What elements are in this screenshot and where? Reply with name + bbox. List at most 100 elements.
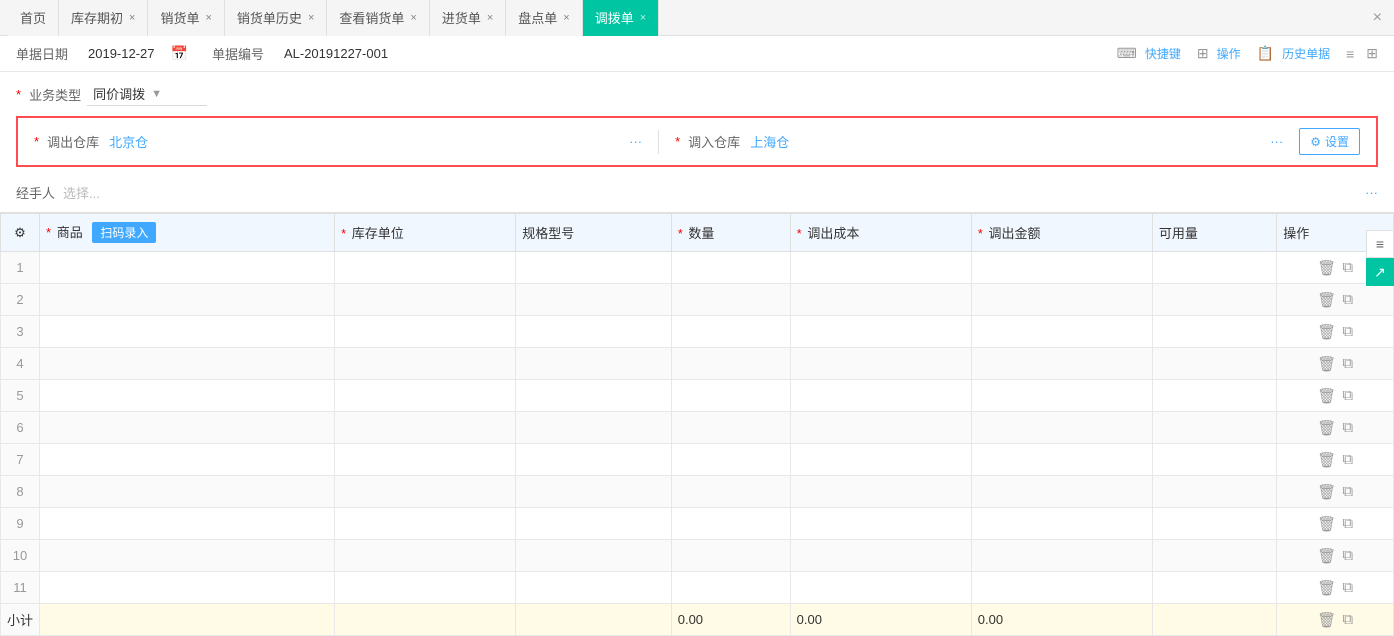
scan-button[interactable]: 扫码录入 (92, 222, 156, 243)
cell-available[interactable] (1152, 380, 1276, 412)
tab-view-sales[interactable]: 查看销货单 × (327, 0, 429, 36)
delete-icon[interactable]: 🗑 (1317, 515, 1336, 533)
copy-icon[interactable]: ⧉ (1342, 579, 1353, 596)
th-gear[interactable]: ⚙ (1, 214, 40, 252)
cell-spec[interactable] (516, 476, 672, 508)
cell-cost[interactable] (790, 508, 971, 540)
copy-icon[interactable]: ⧉ (1342, 355, 1353, 372)
cell-amount[interactable] (971, 316, 1152, 348)
cell-spec[interactable] (516, 380, 672, 412)
cell-qty[interactable] (671, 348, 790, 380)
cell-amount[interactable] (971, 252, 1152, 284)
cell-qty[interactable] (671, 508, 790, 540)
tab-inventory-init[interactable]: 库存期初 × (59, 0, 148, 36)
cell-spec[interactable] (516, 508, 672, 540)
operations-icon[interactable]: ⊞ (1197, 45, 1209, 62)
cell-qty[interactable] (671, 380, 790, 412)
cell-product[interactable] (40, 572, 335, 604)
cell-amount[interactable] (971, 572, 1152, 604)
cell-spec[interactable] (516, 540, 672, 572)
business-type-select[interactable]: 同价调拨 ▼ (87, 82, 207, 106)
cell-amount[interactable] (971, 412, 1152, 444)
copy-icon[interactable]: ⧉ (1342, 451, 1353, 468)
cell-unit[interactable] (335, 444, 516, 476)
delete-icon[interactable]: 🗑 (1317, 419, 1336, 437)
cell-spec[interactable] (516, 316, 672, 348)
grid-view-icon[interactable]: ⊞ (1366, 45, 1378, 62)
cell-product[interactable] (40, 380, 335, 412)
cell-spec[interactable] (516, 348, 672, 380)
warehouse-out-more[interactable]: ··· (629, 134, 642, 149)
copy-icon[interactable]: ⧉ (1342, 483, 1353, 500)
cell-cost[interactable] (790, 380, 971, 412)
tab-sales-history-close[interactable]: × (308, 12, 314, 24)
copy-icon[interactable]: ⧉ (1342, 259, 1353, 276)
tab-sales-order-close[interactable]: × (205, 12, 211, 24)
cell-amount[interactable] (971, 508, 1152, 540)
cell-available[interactable] (1152, 572, 1276, 604)
cell-product[interactable] (40, 348, 335, 380)
delete-icon[interactable]: 🗑 (1317, 579, 1336, 597)
cell-cost[interactable] (790, 412, 971, 444)
delete-icon[interactable]: 🗑 (1317, 291, 1336, 309)
cell-amount[interactable] (971, 284, 1152, 316)
copy-icon[interactable]: ⧉ (1342, 515, 1353, 532)
handler-select[interactable]: 选择... (63, 183, 100, 202)
cell-qty[interactable] (671, 412, 790, 444)
cell-unit[interactable] (335, 476, 516, 508)
tab-transfer[interactable]: 调拨单 × (583, 0, 659, 36)
delete-icon[interactable]: 🗑 (1317, 451, 1336, 469)
subtotal-delete-icon[interactable]: 🗑 (1317, 611, 1336, 629)
cell-spec[interactable] (516, 572, 672, 604)
cell-qty[interactable] (671, 316, 790, 348)
cell-unit[interactable] (335, 380, 516, 412)
cell-product[interactable] (40, 444, 335, 476)
cell-amount[interactable] (971, 476, 1152, 508)
delete-icon[interactable]: 🗑 (1317, 547, 1336, 565)
cell-cost[interactable] (790, 476, 971, 508)
setting-button[interactable]: ⚙ 设置 (1299, 128, 1360, 155)
cell-spec[interactable] (516, 252, 672, 284)
cell-cost[interactable] (790, 572, 971, 604)
tab-inventory-init-close[interactable]: × (129, 12, 135, 24)
tab-sales-history[interactable]: 销货单历史 × (225, 0, 327, 36)
delete-icon[interactable]: 🗑 (1317, 323, 1336, 341)
delete-icon[interactable]: 🗑 (1317, 259, 1336, 277)
shortcuts-icon[interactable]: ⌨ (1117, 45, 1137, 62)
cell-product[interactable] (40, 508, 335, 540)
tab-purchase-close[interactable]: × (487, 12, 493, 24)
cell-unit[interactable] (335, 316, 516, 348)
cell-cost[interactable] (790, 284, 971, 316)
cell-unit[interactable] (335, 508, 516, 540)
warehouse-in-more[interactable]: ··· (1270, 134, 1283, 149)
cell-cost[interactable] (790, 444, 971, 476)
copy-icon[interactable]: ⧉ (1342, 291, 1353, 308)
cell-spec[interactable] (516, 412, 672, 444)
cell-cost[interactable] (790, 540, 971, 572)
cell-product[interactable] (40, 316, 335, 348)
cell-amount[interactable] (971, 380, 1152, 412)
tab-inventory[interactable]: 盘点单 × (506, 0, 582, 36)
cell-cost[interactable] (790, 316, 971, 348)
history-icon[interactable]: 📋 (1257, 45, 1274, 62)
cell-amount[interactable] (971, 348, 1152, 380)
close-all-button[interactable]: × (1361, 9, 1394, 27)
calendar-icon[interactable]: 📅 (171, 45, 188, 62)
cell-available[interactable] (1152, 252, 1276, 284)
cell-available[interactable] (1152, 284, 1276, 316)
cell-unit[interactable] (335, 284, 516, 316)
cell-product[interactable] (40, 252, 335, 284)
warehouse-in-value[interactable]: 上海仓 (750, 132, 789, 151)
warehouse-out-value[interactable]: 北京仓 (109, 132, 148, 151)
cell-qty[interactable] (671, 252, 790, 284)
cell-amount[interactable] (971, 540, 1152, 572)
cell-unit[interactable] (335, 252, 516, 284)
cell-product[interactable] (40, 540, 335, 572)
cell-qty[interactable] (671, 284, 790, 316)
cell-product[interactable] (40, 412, 335, 444)
cell-qty[interactable] (671, 476, 790, 508)
copy-icon[interactable]: ⧉ (1342, 323, 1353, 340)
subtotal-copy-icon[interactable]: ⧉ (1342, 611, 1353, 628)
cell-unit[interactable] (335, 540, 516, 572)
delete-icon[interactable]: 🗑 (1317, 387, 1336, 405)
